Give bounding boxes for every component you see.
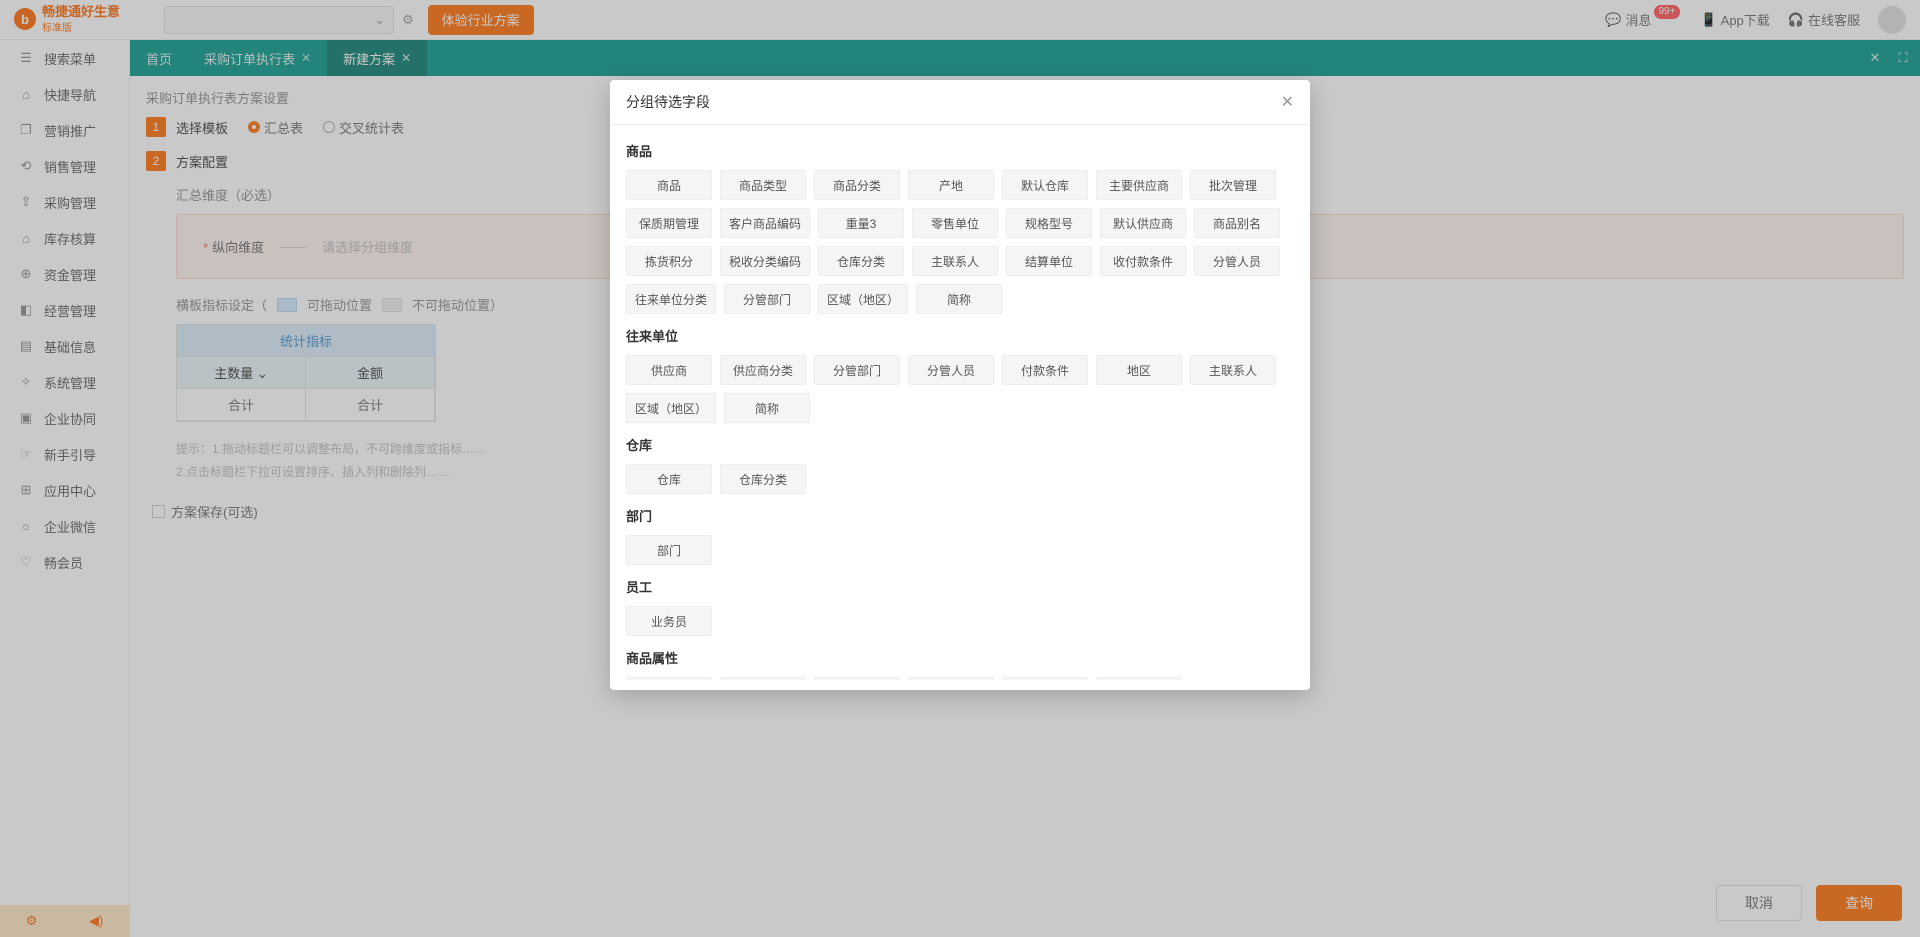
modal-mask[interactable]: 分组待选字段 ✕ 商品商品商品类型商品分类产地默认仓库主要供应商批次管理保质期管… [0, 0, 1920, 937]
field-chip[interactable]: 供应商 [626, 355, 712, 385]
field-group-title: 部门 [626, 506, 1294, 525]
field-chip[interactable]: 商品类型 [720, 170, 806, 200]
modal-body: 商品商品商品类型商品分类产地默认仓库主要供应商批次管理保质期管理客户商品编码重量… [610, 125, 1310, 680]
field-chip[interactable]: 分管部门 [814, 355, 900, 385]
field-chip-list: 业务员 [626, 606, 1294, 636]
field-chip[interactable]: 商品分类 [814, 170, 900, 200]
field-chip[interactable]: 税收分类编码 [720, 246, 810, 276]
field-chip[interactable]: 地区 [1096, 355, 1182, 385]
field-group-title: 仓库 [626, 435, 1294, 454]
field-chip[interactable]: 业务员 [626, 606, 712, 636]
field-chip-list: 部门 [626, 535, 1294, 565]
field-group: 仓库仓库仓库分类 [626, 435, 1294, 494]
field-chip-list: 仓库仓库分类 [626, 464, 1294, 494]
modal-h-scroll[interactable] [610, 680, 1310, 690]
app-root: b 畅捷通好生意 标准版 ⌄ ⚙ 体验行业方案 💬 消息 99+ 📱 App下载… [0, 0, 1920, 937]
field-chip[interactable]: 默认仓库 [1002, 170, 1088, 200]
field-chip[interactable]: 简称 [724, 393, 810, 423]
field-chip[interactable]: 付款条件 [1002, 355, 1088, 385]
field-chip[interactable]: 批次管理 [1190, 170, 1276, 200]
field-chip[interactable]: 主联系人 [912, 246, 998, 276]
field-chip[interactable]: 分管部门 [724, 284, 810, 314]
field-chip[interactable]: 拣货积分 [626, 246, 712, 276]
field-chip[interactable]: 仓库分类 [720, 464, 806, 494]
field-chip[interactable]: 产地 [908, 170, 994, 200]
field-chip[interactable]: 分管人员 [1194, 246, 1280, 276]
field-group: 员工业务员 [626, 577, 1294, 636]
field-group: 部门部门 [626, 506, 1294, 565]
field-chip[interactable]: 供应商分类 [720, 355, 806, 385]
field-chip[interactable]: 主联系人 [1190, 355, 1276, 385]
field-chip-list: 供应商供应商分类分管部门分管人员付款条件地区主联系人区域（地区） 简称 [626, 355, 1294, 423]
field-group-title: 商品属性 [626, 648, 1294, 667]
field-group: 往来单位供应商供应商分类分管部门分管人员付款条件地区主联系人区域（地区） 简称 [626, 326, 1294, 423]
field-chip[interactable]: 重量3 [818, 208, 904, 238]
field-chip-list: 商品商品类型商品分类产地默认仓库主要供应商批次管理保质期管理客户商品编码重量3 零… [626, 170, 1294, 314]
field-chip[interactable]: 往来单位分类 [626, 284, 716, 314]
field-group: 商品属性属性颜色多规格尺码鞋码1 [626, 648, 1294, 680]
field-chip[interactable]: 商品 [626, 170, 712, 200]
field-chip[interactable]: 客户商品编码 [720, 208, 810, 238]
field-chip[interactable]: 规格型号 [1006, 208, 1092, 238]
field-chip[interactable]: 区域（地区） [626, 393, 716, 423]
field-chip[interactable]: 仓库 [626, 464, 712, 494]
modal-header: 分组待选字段 ✕ [610, 80, 1310, 125]
close-icon[interactable]: ✕ [1281, 92, 1294, 112]
field-group-title: 员工 [626, 577, 1294, 596]
field-chip[interactable]: 简称 [916, 284, 1002, 314]
field-chip[interactable]: 商品别名 [1194, 208, 1280, 238]
field-group-title: 商品 [626, 141, 1294, 160]
modal-title: 分组待选字段 [626, 92, 710, 112]
field-chip[interactable]: 区域（地区） [818, 284, 908, 314]
field-chip[interactable]: 零售单位 [912, 208, 998, 238]
field-chip[interactable]: 默认供应商 [1100, 208, 1186, 238]
field-chip[interactable]: 仓库分类 [818, 246, 904, 276]
field-group: 商品商品商品类型商品分类产地默认仓库主要供应商批次管理保质期管理客户商品编码重量… [626, 141, 1294, 314]
field-chip[interactable]: 保质期管理 [626, 208, 712, 238]
field-chip[interactable]: 主要供应商 [1096, 170, 1182, 200]
field-chip[interactable]: 分管人员 [908, 355, 994, 385]
field-chip[interactable]: 结算单位 [1006, 246, 1092, 276]
field-picker-modal: 分组待选字段 ✕ 商品商品商品类型商品分类产地默认仓库主要供应商批次管理保质期管… [610, 80, 1310, 690]
field-group-title: 往来单位 [626, 326, 1294, 345]
field-chip[interactable]: 收付款条件 [1100, 246, 1186, 276]
field-chip[interactable]: 部门 [626, 535, 712, 565]
